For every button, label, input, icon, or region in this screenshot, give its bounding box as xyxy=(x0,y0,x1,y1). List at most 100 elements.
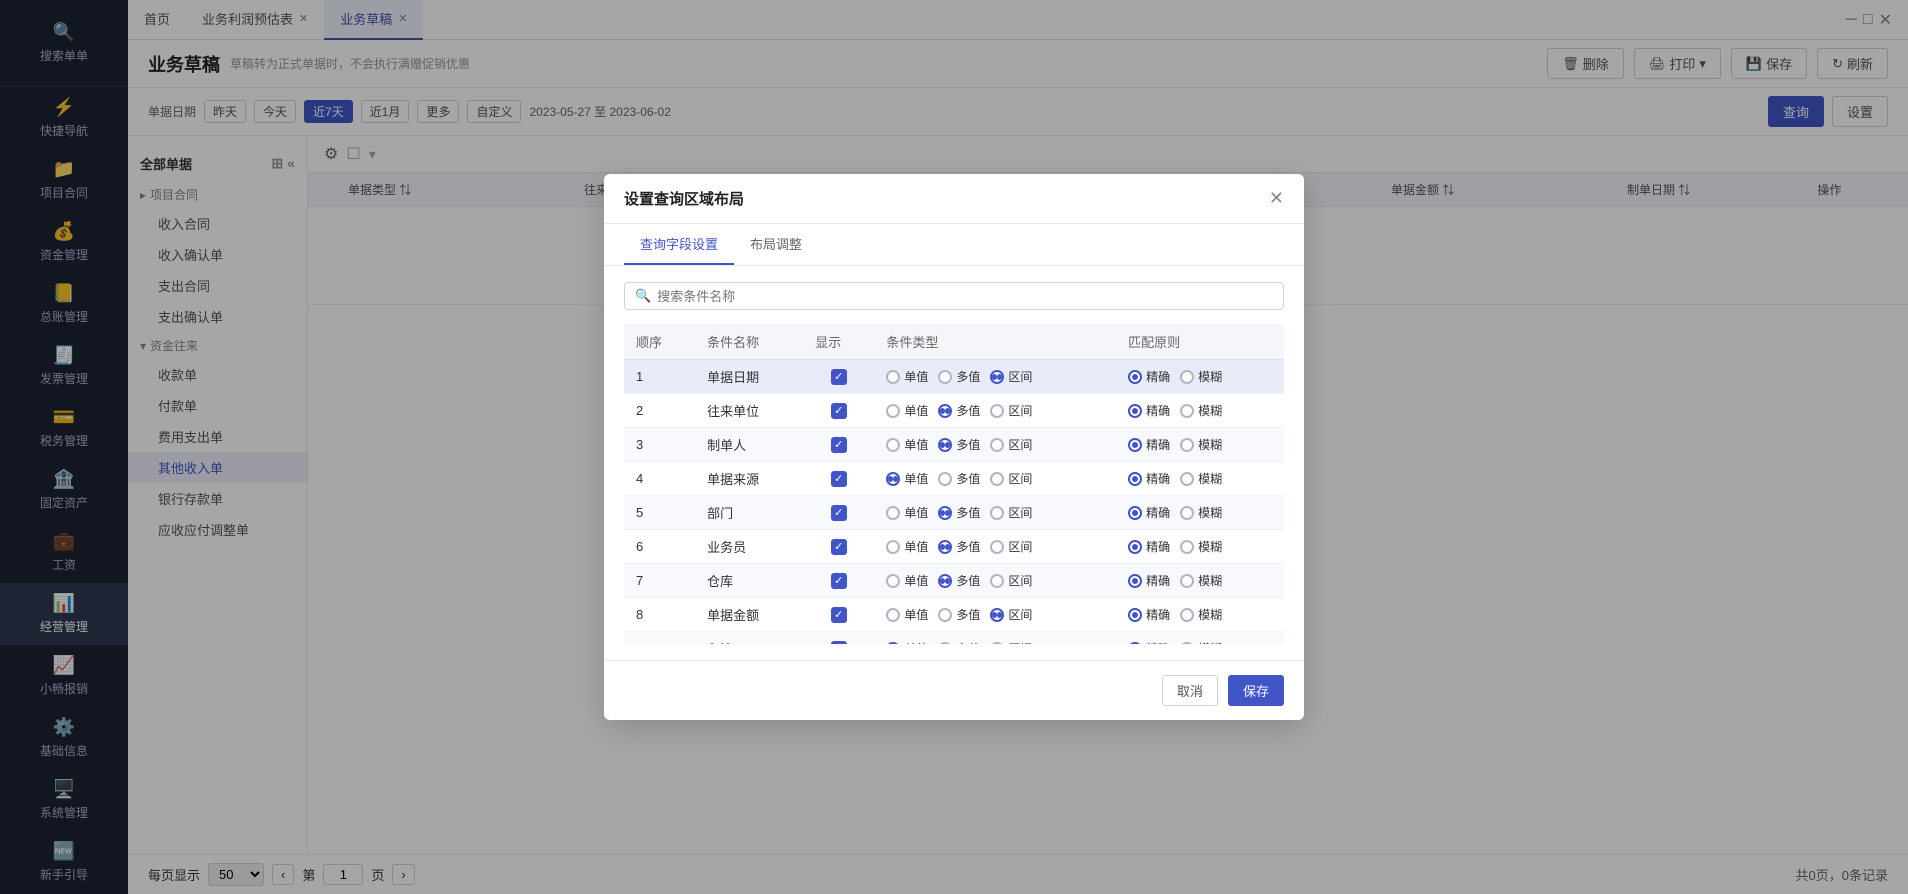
row-match: 精确模糊 xyxy=(1116,462,1284,496)
table-row[interactable]: 9备注✓单值多值区间精确模糊 xyxy=(624,632,1284,645)
display-checkbox[interactable]: ✓ xyxy=(831,437,847,453)
row-name: 仓库 xyxy=(695,564,803,598)
match-radio-option[interactable]: 模糊 xyxy=(1180,538,1222,555)
dialog-header: 设置查询区域布局 ✕ xyxy=(604,174,1304,224)
type-radio-option[interactable]: 单值 xyxy=(886,606,928,623)
dialog-tab-layout[interactable]: 布局调整 xyxy=(734,224,818,265)
match-radio-option[interactable]: 精确 xyxy=(1128,436,1170,453)
match-radio-option[interactable]: 模糊 xyxy=(1180,402,1222,419)
type-radio-option[interactable]: 多值 xyxy=(938,402,980,419)
match-radio-option[interactable]: 模糊 xyxy=(1180,606,1222,623)
modal-overlay: 设置查询区域布局 ✕ 查询字段设置 布局调整 🔍 xyxy=(0,0,1908,894)
type-radio-option[interactable]: 单值 xyxy=(886,368,928,385)
type-radio-option[interactable]: 单值 xyxy=(886,538,928,555)
table-row[interactable]: 2往来单位✓单值多值区间精确模糊 xyxy=(624,394,1284,428)
type-radio-option[interactable]: 单值 xyxy=(886,470,928,487)
table-row[interactable]: 1单据日期✓单值多值区间精确模糊 xyxy=(624,360,1284,394)
type-radio-option[interactable]: 多值 xyxy=(938,436,980,453)
display-checkbox[interactable]: ✓ xyxy=(831,607,847,623)
match-radio-option[interactable]: 模糊 xyxy=(1180,470,1222,487)
table-row[interactable]: 4单据来源✓单值多值区间精确模糊 xyxy=(624,462,1284,496)
match-radio-option[interactable]: 精确 xyxy=(1128,538,1170,555)
row-display[interactable]: ✓ xyxy=(803,632,874,645)
row-type: 单值多值区间 xyxy=(874,428,1116,462)
type-radio-option[interactable]: 多值 xyxy=(938,606,980,623)
type-radio-option[interactable]: 区间 xyxy=(990,368,1032,385)
display-checkbox[interactable]: ✓ xyxy=(831,641,847,645)
type-radio-option[interactable]: 单值 xyxy=(886,436,928,453)
dialog-save-button[interactable]: 保存 xyxy=(1228,675,1284,706)
match-radio-option[interactable]: 模糊 xyxy=(1180,640,1222,644)
row-name: 单据金额 xyxy=(695,598,803,632)
row-match: 精确模糊 xyxy=(1116,360,1284,394)
row-type: 单值 多值 区间 xyxy=(874,632,1116,645)
match-radio-option[interactable]: 精确 xyxy=(1128,640,1170,644)
match-radio-option[interactable]: 精确 xyxy=(1128,402,1170,419)
type-radio-option[interactable]: 区间 xyxy=(990,538,1032,555)
match-radio-option[interactable]: 模糊 xyxy=(1180,436,1222,453)
row-display[interactable]: ✓ xyxy=(803,428,874,462)
row-display[interactable]: ✓ xyxy=(803,462,874,496)
display-checkbox[interactable]: ✓ xyxy=(831,573,847,589)
th-display: 显示 xyxy=(803,324,874,360)
th-match: 匹配原则 xyxy=(1116,324,1284,360)
row-match: 精确模糊 xyxy=(1116,564,1284,598)
match-radio-option[interactable]: 精确 xyxy=(1128,572,1170,589)
type-radio-option[interactable]: 单值 xyxy=(886,504,928,521)
type-radio-option[interactable]: 多值 xyxy=(938,504,980,521)
row-display[interactable]: ✓ xyxy=(803,598,874,632)
dialog-tab-fields[interactable]: 查询字段设置 xyxy=(624,224,734,265)
row-match: 精确模糊 xyxy=(1116,530,1284,564)
dialog-close-button[interactable]: ✕ xyxy=(1269,188,1284,209)
match-radio-option[interactable]: 模糊 xyxy=(1180,368,1222,385)
dialog-footer: 取消 保存 xyxy=(604,660,1304,720)
type-radio-option[interactable]: 单值 xyxy=(886,640,928,644)
table-row[interactable]: 3制单人✓单值多值区间精确模糊 xyxy=(624,428,1284,462)
type-radio-option[interactable]: 多值 xyxy=(938,538,980,555)
row-order: 7 xyxy=(624,564,695,598)
type-radio-option[interactable]: 多值 xyxy=(938,572,980,589)
dialog-title: 设置查询区域布局 xyxy=(624,188,744,209)
match-radio-option[interactable]: 精确 xyxy=(1128,470,1170,487)
tab-fields-label: 查询字段设置 xyxy=(640,237,718,252)
display-checkbox[interactable]: ✓ xyxy=(831,471,847,487)
match-radio-option[interactable]: 模糊 xyxy=(1180,504,1222,521)
display-checkbox[interactable]: ✓ xyxy=(831,505,847,521)
row-display[interactable]: ✓ xyxy=(803,564,874,598)
table-row[interactable]: 7仓库 ✓ 单值多值区间 精确模糊 xyxy=(624,564,1284,598)
display-checkbox[interactable]: ✓ xyxy=(831,403,847,419)
display-checkbox[interactable]: ✓ xyxy=(831,539,847,555)
type-radio-option[interactable]: 多值 xyxy=(938,640,980,644)
th-name: 条件名称 xyxy=(695,324,803,360)
type-radio-option[interactable]: 单值 xyxy=(886,572,928,589)
type-radio-option[interactable]: 区间 xyxy=(990,572,1032,589)
type-radio-option[interactable]: 单值 xyxy=(886,402,928,419)
type-radio-option[interactable]: 区间 xyxy=(990,606,1032,623)
match-radio-option[interactable]: 精确 xyxy=(1128,368,1170,385)
row-order: 9 xyxy=(624,632,695,645)
table-row[interactable]: 5部门✓单值多值区间精确模糊 xyxy=(624,496,1284,530)
type-radio-option[interactable]: 区间 xyxy=(990,436,1032,453)
row-match: 精确模糊 xyxy=(1116,598,1284,632)
match-radio-option[interactable]: 精确 xyxy=(1128,504,1170,521)
row-name: 部门 xyxy=(695,496,803,530)
row-display[interactable]: ✓ xyxy=(803,496,874,530)
type-radio-option[interactable]: 多值 xyxy=(938,368,980,385)
type-radio-option[interactable]: 区间 xyxy=(990,402,1032,419)
match-radio-option[interactable]: 精确 xyxy=(1128,606,1170,623)
table-row[interactable]: 8单据金额✓单值多值区间精确模糊 xyxy=(624,598,1284,632)
dialog-search-input[interactable] xyxy=(657,289,1273,304)
type-radio-option[interactable]: 区间 xyxy=(990,504,1032,521)
row-display[interactable]: ✓ xyxy=(803,394,874,428)
display-checkbox[interactable]: ✓ xyxy=(831,369,847,385)
cancel-button[interactable]: 取消 xyxy=(1162,675,1218,706)
type-radio-option[interactable]: 区间 xyxy=(990,640,1032,644)
type-radio-option[interactable]: 区间 xyxy=(990,470,1032,487)
table-row[interactable]: 6业务员✓单值多值区间精确模糊 xyxy=(624,530,1284,564)
type-radio-option[interactable]: 多值 xyxy=(938,470,980,487)
th-order: 顺序 xyxy=(624,324,695,360)
row-display[interactable]: ✓ xyxy=(803,360,874,394)
row-display[interactable]: ✓ xyxy=(803,530,874,564)
match-radio-option[interactable]: 模糊 xyxy=(1180,572,1222,589)
row-type: 单值多值区间 xyxy=(874,496,1116,530)
